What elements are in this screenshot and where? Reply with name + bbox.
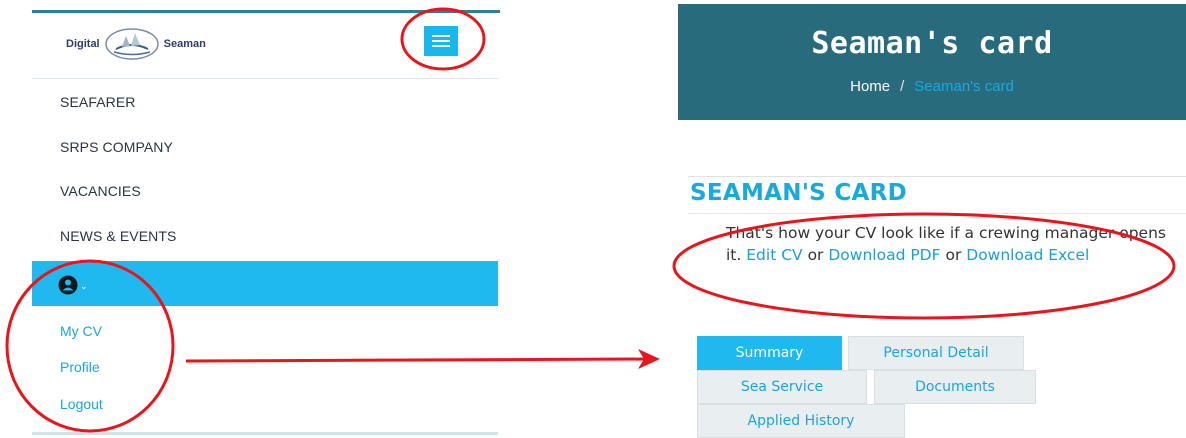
- breadcrumb-current: Seaman's card: [914, 78, 1014, 95]
- menu-item-logout[interactable]: Logout: [60, 396, 103, 412]
- breadcrumb-home-link[interactable]: Home: [850, 78, 890, 95]
- section-title: SEAMAN'S CARD: [690, 180, 908, 206]
- nav-item-seafarer[interactable]: SEAFARER: [60, 94, 136, 110]
- chevron-down-icon: ⌄: [80, 281, 88, 291]
- hamburger-line-icon: [432, 45, 450, 47]
- cv-description: That's how your CV look like if a crewin…: [726, 222, 1166, 266]
- tab-applied-history[interactable]: Applied History: [697, 404, 905, 438]
- page-title: Seaman's card: [811, 26, 1053, 61]
- section-divider-top: [688, 176, 1186, 177]
- hamburger-line-icon: [432, 35, 450, 37]
- annotation-arrow-head-icon: [638, 349, 660, 369]
- digital-seaman-logo[interactable]: Digital Seaman: [66, 26, 234, 62]
- logo-text-right: Seaman: [163, 38, 206, 50]
- page-banner: Seaman's card Home / Seaman's card: [678, 4, 1186, 120]
- download-excel-link[interactable]: Download Excel: [966, 246, 1089, 264]
- download-pdf-link[interactable]: Download PDF: [828, 246, 940, 264]
- menu-item-profile[interactable]: Profile: [60, 359, 100, 375]
- bottom-divider: [32, 432, 498, 435]
- hamburger-menu-button[interactable]: [424, 26, 458, 56]
- logo-text-left: Digital: [66, 38, 100, 50]
- user-menu-toggle[interactable]: [32, 261, 498, 306]
- nav-item-news-events[interactable]: NEWS & EVENTS: [60, 228, 176, 244]
- nav-divider: [32, 78, 498, 79]
- section-divider-bottom: [688, 213, 1186, 214]
- top-divider: [32, 10, 500, 13]
- mobile-menu-panel: Digital Seaman SEAFARER SRPS COMPANY VAC…: [0, 0, 500, 437]
- ship-logo-icon: [104, 28, 159, 60]
- menu-item-my-cv[interactable]: My CV: [60, 323, 102, 339]
- or-text: or: [945, 246, 962, 264]
- breadcrumb-separator: /: [900, 78, 905, 95]
- tab-summary[interactable]: Summary: [697, 336, 842, 370]
- nav-item-vacancies[interactable]: VACANCIES: [60, 183, 141, 199]
- nav-item-srps-company[interactable]: SRPS COMPANY: [60, 139, 173, 155]
- breadcrumb: Home / Seaman's card: [678, 78, 1186, 95]
- user-avatar-icon[interactable]: [58, 275, 78, 295]
- edit-cv-link[interactable]: Edit CV: [746, 246, 802, 264]
- tab-sea-service[interactable]: Sea Service: [697, 370, 867, 404]
- or-text: or: [807, 246, 824, 264]
- tab-personal-detail[interactable]: Personal Detail: [848, 336, 1024, 370]
- hamburger-line-icon: [432, 40, 450, 42]
- tab-documents[interactable]: Documents: [874, 370, 1036, 404]
